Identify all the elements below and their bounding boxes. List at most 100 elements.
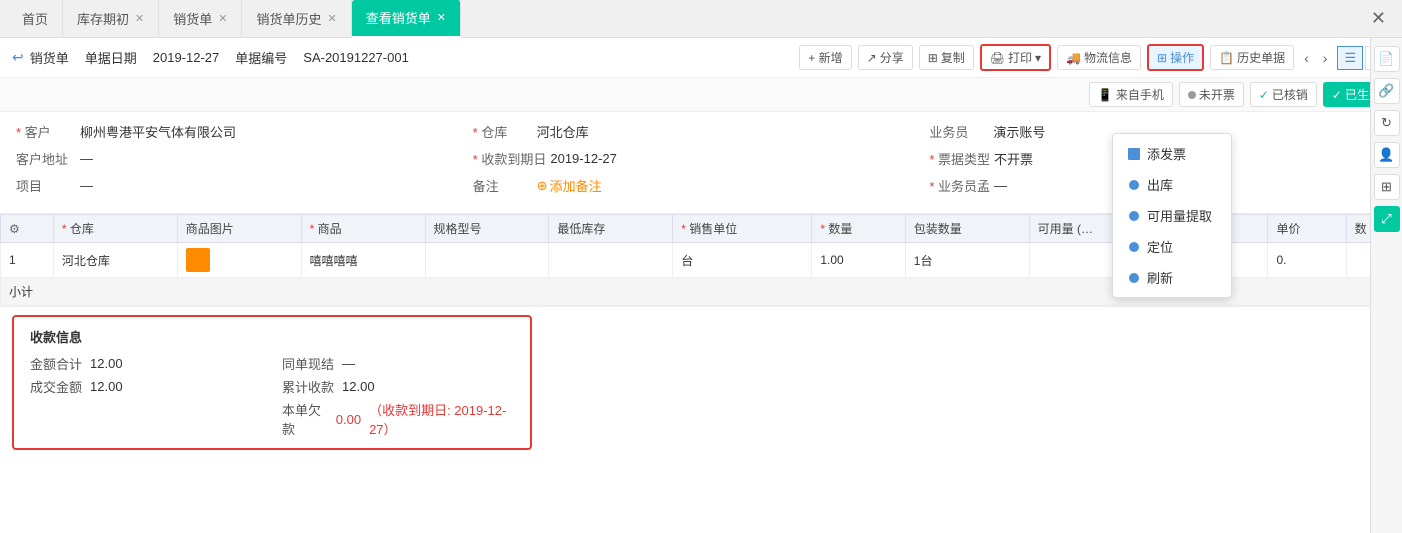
sidebar-link-button[interactable]: 🔗 xyxy=(1374,78,1400,104)
payment-grid: 金额合计 12.00 同单现结 — 成交金额 12.00 累计收款 12.00 … xyxy=(30,354,514,438)
tab-sales-history[interactable]: 销货单历史 ✕ xyxy=(242,0,351,38)
col-min-stock: 最低库存 xyxy=(549,215,673,243)
deal-amount-row: 成交金额 12.00 xyxy=(30,377,262,396)
refresh-label: 刷新 xyxy=(1147,268,1173,287)
cumulative-row: 累计收款 12.00 xyxy=(282,377,514,396)
payment-info: 收款信息 金额合计 12.00 同单现结 — 成交金额 12.00 累计收款 1… xyxy=(12,315,532,450)
current-due-row: 本单欠款 0.00 （收款到期日: 2019-12-27） xyxy=(282,400,514,438)
due-date-label: 收款到期日 xyxy=(473,149,547,168)
tab-view-sales-close[interactable]: ✕ xyxy=(437,11,446,24)
tab-view-sales[interactable]: 查看销货单 ✕ xyxy=(352,0,461,38)
row-sales-unit: 台 xyxy=(673,243,812,278)
dropdown-locate[interactable]: 定位 xyxy=(1113,231,1231,262)
doc-title-icon: ↩ xyxy=(12,49,24,66)
ticket-type-value: 不开票 xyxy=(994,149,1033,168)
col-product: * 商品 xyxy=(301,215,425,243)
history-button[interactable]: 📋 历史单据 xyxy=(1210,45,1294,70)
print-button[interactable]: 🖨 打印 ▾ xyxy=(980,44,1051,71)
tab-sales-close[interactable]: ✕ xyxy=(218,12,227,25)
prev-button[interactable]: ‹ xyxy=(1300,48,1313,68)
address-label: 客户地址 xyxy=(16,149,76,168)
sub-toolbar: 📱 来自手机 未开票 ✓ 已核销 ✓ 已生效 xyxy=(0,78,1402,112)
phone-icon: 📱 xyxy=(1098,88,1113,102)
logistics-button[interactable]: 🚚 物流信息 xyxy=(1057,45,1141,70)
add-note-button[interactable]: ⊕ 添加备注 xyxy=(537,176,602,195)
new-button[interactable]: + 新增 xyxy=(799,45,851,70)
col-unit-price: 单价 xyxy=(1268,215,1346,243)
doc-number-value: SA-20191227-001 xyxy=(303,50,409,65)
from-phone-button[interactable]: 📱 来自手机 xyxy=(1089,82,1173,107)
doc-actions: + 新增 ↗ 分享 ⊞ 复制 🖨 打印 ▾ 🚚 物流信息 xyxy=(799,44,1390,71)
not-open-label: 未开票 xyxy=(1199,86,1235,103)
refresh-icon xyxy=(1127,271,1141,285)
operations-dropdown: 添发票 出库 可用量提取 定位 刷新 xyxy=(1112,133,1232,298)
doc-number-label: 单据编号 xyxy=(235,48,287,67)
share-icon: ↗ xyxy=(867,51,877,65)
add-note-label: 添加备注 xyxy=(550,176,602,195)
logistics-icon: 🚚 xyxy=(1066,51,1081,65)
tab-sales[interactable]: 销货单 ✕ xyxy=(159,0,242,38)
col-package-qty: 包装数量 xyxy=(905,215,1029,243)
doc-date-label: 单据日期 xyxy=(85,48,137,67)
dropdown-out-warehouse[interactable]: 出库 xyxy=(1113,169,1231,200)
tab-sales-history-close[interactable]: ✕ xyxy=(328,12,337,25)
plus-icon: ⊕ xyxy=(537,178,548,194)
current-due-label: 本单欠款 xyxy=(282,400,328,438)
row-spec xyxy=(425,243,549,278)
col-quantity: * 数量 xyxy=(812,215,905,243)
sidebar-refresh-button[interactable]: ↻ xyxy=(1374,110,1400,136)
staff-label: 业务员 xyxy=(929,122,989,141)
sidebar-doc-button[interactable]: 📄 xyxy=(1374,46,1400,72)
cumulative-value: 12.00 xyxy=(342,379,375,394)
amount-total-label: 金额合计 xyxy=(30,354,82,373)
sidebar-user-button[interactable]: 👤 xyxy=(1374,142,1400,168)
sidebar-grid-button[interactable]: ⊞ xyxy=(1374,174,1400,200)
operations-icon: ⊞ xyxy=(1157,51,1167,65)
staff2-value: — xyxy=(994,178,1007,193)
warehouse-field: 仓库 河北仓库 xyxy=(473,122,930,141)
window-close-button[interactable]: ✕ xyxy=(1363,8,1394,29)
deal-amount-label: 成交金额 xyxy=(30,377,82,396)
note-label: 备注 xyxy=(473,176,533,195)
out-warehouse-icon xyxy=(1127,178,1141,192)
tab-view-sales-label: 查看销货单 xyxy=(366,8,431,27)
tab-inventory-close[interactable]: ✕ xyxy=(135,12,144,25)
row-warehouse: 河北仓库 xyxy=(53,243,177,278)
sidebar-expand-button[interactable]: ⤢ xyxy=(1374,206,1400,232)
tab-home[interactable]: 首页 xyxy=(8,0,63,38)
due-date-field: 收款到期日 2019-12-27 xyxy=(473,149,930,168)
dropdown-add-invoice[interactable]: 添发票 xyxy=(1113,138,1231,169)
add-invoice-label: 添发票 xyxy=(1147,144,1186,163)
row-min-stock xyxy=(549,243,673,278)
address-value: — xyxy=(80,151,93,166)
dropdown-refresh[interactable]: 刷新 xyxy=(1113,262,1231,293)
not-open-button[interactable]: 未开票 xyxy=(1179,82,1244,107)
project-value: — xyxy=(80,178,93,193)
quantity-extract-icon xyxy=(1127,209,1141,223)
print-dropdown-icon: ▾ xyxy=(1035,51,1041,65)
operations-button[interactable]: ⊞ 操作 xyxy=(1147,44,1204,71)
add-invoice-icon xyxy=(1127,147,1141,161)
copy-icon: ⊞ xyxy=(928,51,938,65)
tab-sales-history-label: 销货单历史 xyxy=(256,9,321,28)
dropdown-quantity-extract[interactable]: 可用量提取 xyxy=(1113,200,1231,231)
col-settings[interactable]: ⚙ xyxy=(1,215,54,243)
due-date-value: 2019-12-27 xyxy=(550,151,617,166)
copy-button[interactable]: ⊞ 复制 xyxy=(919,45,974,70)
staff-value: 演示账号 xyxy=(993,122,1045,141)
check-button[interactable]: ✓ 已核销 xyxy=(1250,82,1317,107)
row-package-qty: 1台 xyxy=(905,243,1029,278)
customer-label: 客户 xyxy=(16,122,76,141)
next-button[interactable]: › xyxy=(1319,48,1332,68)
list-view-button[interactable]: ☰ xyxy=(1337,46,1363,70)
check-icon: ✓ xyxy=(1259,88,1269,102)
product-image xyxy=(186,248,210,272)
tab-inventory[interactable]: 库存期初 ✕ xyxy=(63,0,159,38)
due-date-note: （收款到期日: 2019-12-27） xyxy=(369,400,514,438)
from-phone-label: 来自手机 xyxy=(1116,86,1164,103)
quantity-extract-label: 可用量提取 xyxy=(1147,206,1212,225)
new-button-label: + 新增 xyxy=(808,49,842,66)
tab-bar: 首页 库存期初 ✕ 销货单 ✕ 销货单历史 ✕ 查看销货单 ✕ ✕ xyxy=(0,0,1402,38)
out-warehouse-label: 出库 xyxy=(1147,175,1173,194)
share-button[interactable]: ↗ 分享 xyxy=(858,45,913,70)
